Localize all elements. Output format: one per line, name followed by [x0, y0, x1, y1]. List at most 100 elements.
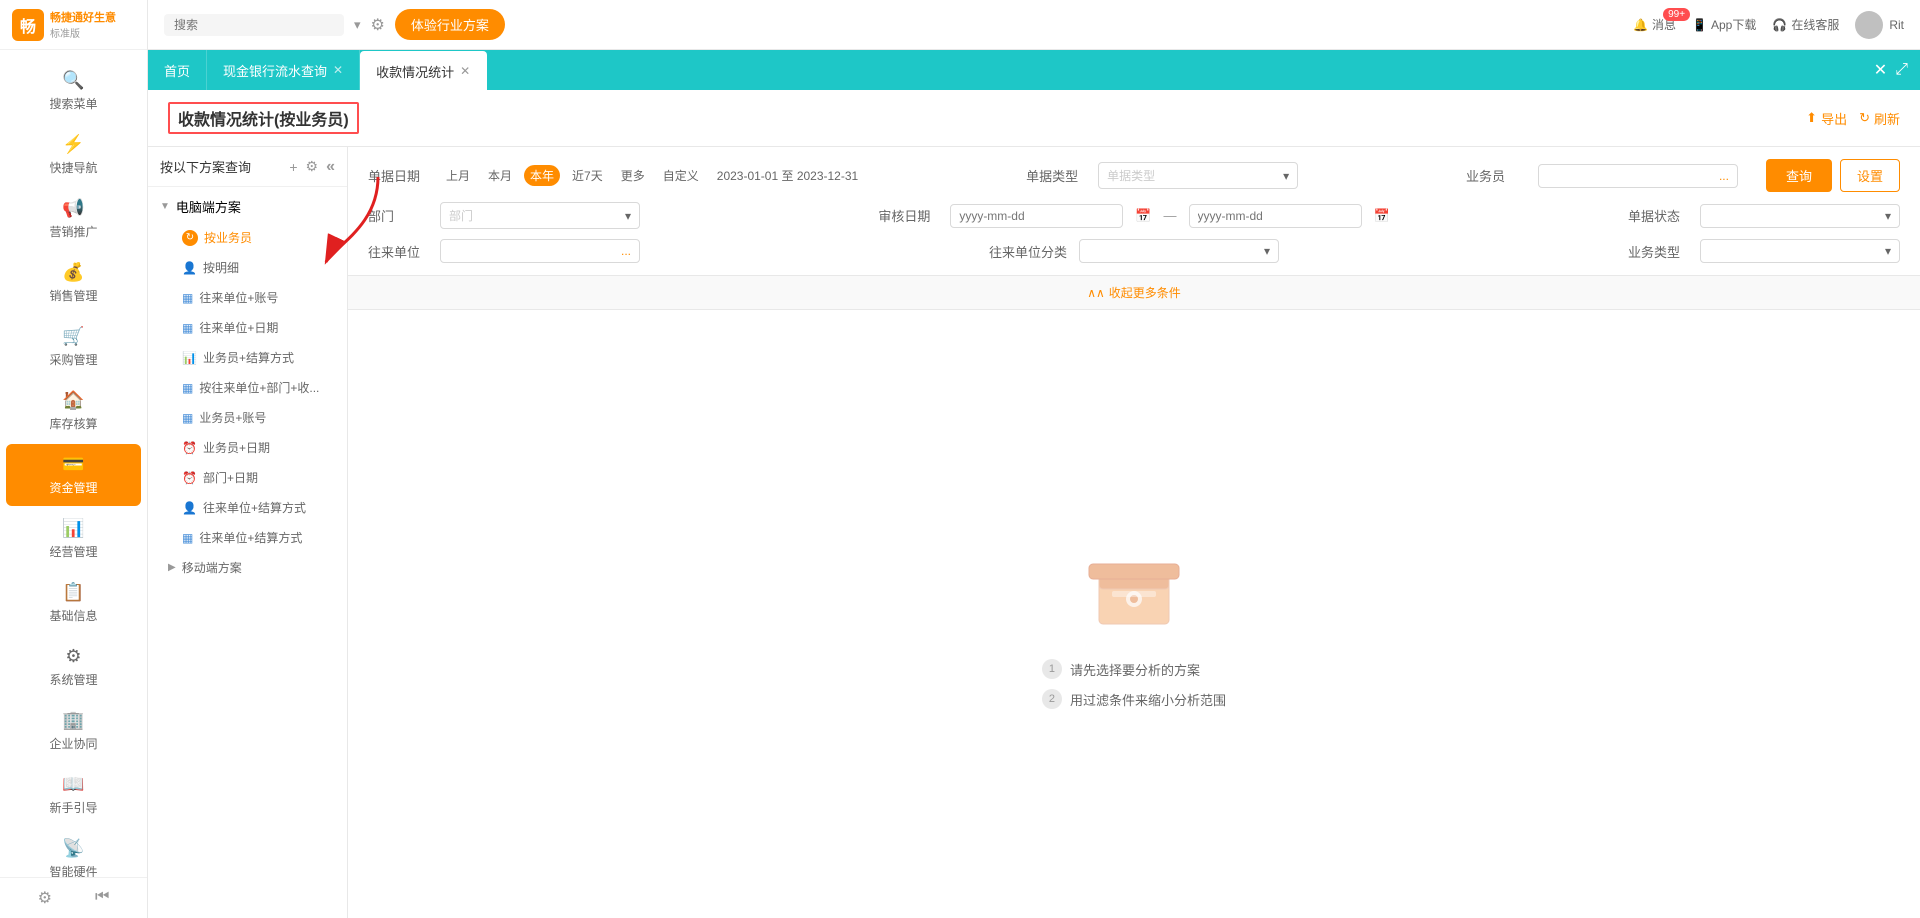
tab-home[interactable]: 首页: [148, 50, 207, 90]
desktop-group[interactable]: ▼ 电脑端方案: [148, 191, 347, 222]
left-panel-icons: + ⚙ «: [289, 158, 335, 176]
tab-receipt-stats[interactable]: 收款情况统计 ✕: [360, 51, 487, 91]
user-area: Rit: [1855, 11, 1904, 39]
topbar-settings-icon[interactable]: ⚙: [371, 15, 385, 35]
collapse-more-btn[interactable]: ∧∧ 收起更多条件: [1087, 284, 1181, 301]
salesperson-label: 业务员: [1466, 166, 1526, 185]
online-service-btn[interactable]: 🎧 在线客服: [1772, 16, 1839, 33]
sidebar-item-basic-info[interactable]: 📋 基础信息: [6, 572, 141, 634]
settings-btn[interactable]: 设置: [1840, 159, 1900, 192]
doc-status-select[interactable]: ▾: [1700, 204, 1900, 228]
scheme-item-salesperson[interactable]: ↻ 按业务员: [154, 223, 341, 252]
sidebar-item-guide[interactable]: 📖 新手引导: [6, 764, 141, 826]
audit-date-label: 审核日期: [878, 206, 938, 225]
scheme-settings-icon[interactable]: ⚙: [306, 158, 319, 175]
partner-more-icon[interactable]: ...: [621, 244, 631, 258]
partner-category-dropdown-icon: ▾: [1264, 244, 1270, 258]
step-num-2: 2: [1042, 689, 1062, 709]
partner-category-label: 往来单位分类: [989, 242, 1067, 261]
scheme-item-salesperson-account[interactable]: ▦ 业务员+账号: [154, 403, 341, 432]
trial-btn[interactable]: 体验行业方案: [395, 9, 505, 40]
logo-icon: 畅: [12, 9, 44, 41]
date-tab-last-month[interactable]: 上月: [440, 165, 476, 186]
marketing-icon: 📢: [62, 198, 84, 219]
audit-date-to[interactable]: [1189, 204, 1362, 228]
close-all-tabs-btn[interactable]: ✕: [1874, 60, 1887, 80]
tab-bank-flow[interactable]: 现金银行流水查询 ✕: [207, 50, 360, 90]
step-text-2: 用过滤条件来缩小分析范围: [1070, 690, 1226, 709]
biz-type-select[interactable]: ▾: [1700, 239, 1900, 263]
clock-icon-2: ⏰: [182, 471, 197, 485]
scheme-item-salesperson-date[interactable]: ⏰ 业务员+日期: [154, 433, 341, 462]
date-tab-this-month[interactable]: 本月: [482, 165, 518, 186]
collapse-bar: ∧∧ 收起更多条件: [348, 276, 1920, 310]
inventory-icon: 🏠: [62, 390, 84, 411]
scheme-active-icon: ↻: [182, 230, 198, 246]
sidebar-item-quicknav[interactable]: ⚡ 快捷导航: [6, 124, 141, 186]
sidebar-item-operations[interactable]: 📊 经营管理: [6, 508, 141, 570]
audit-date-calendar-to[interactable]: 📅: [1374, 208, 1390, 224]
dept-label: 部门: [368, 206, 428, 225]
refresh-btn[interactable]: ↻ 刷新: [1859, 109, 1900, 128]
mobile-group[interactable]: ▶ 移动端方案: [148, 553, 347, 582]
tabbar-actions: ✕ ⤢: [1874, 60, 1920, 80]
sidebar-item-enterprise[interactable]: 🏢 企业协同: [6, 700, 141, 762]
empty-step-2: 2 用过滤条件来缩小分析范围: [1042, 689, 1226, 709]
settings-bottom-icon[interactable]: ⚙: [38, 888, 52, 908]
date-tab-7days[interactable]: 近7天: [566, 165, 609, 186]
salesperson-select[interactable]: ...: [1538, 164, 1738, 188]
filter-area: 单据日期 上月 本月 本年 近7天 更多 自定义 2023-01-01 至 20…: [348, 147, 1920, 276]
filter-row-2: 部门 部门 ▾ 审核日期 📅 — 📅: [368, 202, 1900, 229]
expand-btn[interactable]: ⤢: [1895, 60, 1908, 80]
date-tab-custom[interactable]: 自定义: [657, 165, 705, 186]
sidebar-item-inventory[interactable]: 🏠 库存核算: [6, 380, 141, 442]
sidebar-item-finance[interactable]: 💳 资金管理: [6, 444, 141, 506]
scheme-label: 按往来单位+部门+收...: [199, 379, 319, 396]
message-btn[interactable]: 🔔 消息 99+: [1633, 16, 1676, 33]
collapse-sidebar-icon[interactable]: ⏮: [95, 888, 109, 908]
quick-nav-icon: ⚡: [62, 134, 84, 155]
topbar-dropdown-icon[interactable]: ▾: [354, 17, 361, 33]
scheme-item-partner-settle-2[interactable]: ▦ 往来单位+结算方式: [154, 523, 341, 552]
sidebar-item-marketing[interactable]: 📢 营销推广: [6, 188, 141, 250]
scheme-item-partner-date[interactable]: ▦ 往来单位+日期: [154, 313, 341, 342]
sidebar-item-sales[interactable]: 💰 销售管理: [6, 252, 141, 314]
scheme-item-detail[interactable]: 👤 按明细: [154, 253, 341, 282]
salesperson-more-icon[interactable]: ...: [1719, 169, 1729, 183]
action-btns: 查询 设置: [1766, 159, 1900, 192]
receipt-stats-tab-close[interactable]: ✕: [460, 64, 470, 78]
sidebar-item-system[interactable]: ⚙ 系统管理: [6, 636, 141, 698]
step-num-1: 1: [1042, 659, 1062, 679]
table-icon-5: ▦: [182, 531, 193, 545]
add-scheme-btn[interactable]: +: [289, 159, 297, 175]
bank-flow-tab-close[interactable]: ✕: [333, 63, 343, 77]
date-tab-this-year[interactable]: 本年: [524, 165, 560, 186]
doc-type-select[interactable]: 单据类型 ▾: [1098, 162, 1298, 189]
bell-icon: 🔔: [1633, 18, 1648, 32]
sidebar-item-search[interactable]: 🔍 搜索菜单: [6, 60, 141, 122]
partner-select[interactable]: ...: [440, 239, 640, 263]
scheme-item-salesperson-settle[interactable]: 📊 业务员+结算方式: [154, 343, 341, 372]
table-icon-2: ▦: [182, 321, 193, 335]
collapse-panel-icon[interactable]: «: [326, 158, 335, 176]
audit-date-from[interactable]: [950, 204, 1123, 228]
export-btn[interactable]: ⬆ 导出: [1806, 109, 1847, 128]
topbar-search-input[interactable]: [164, 14, 344, 36]
audit-date-calendar-from[interactable]: 📅: [1135, 208, 1151, 224]
scheme-item-partner-account[interactable]: ▦ 往来单位+账号: [154, 283, 341, 312]
app-download-btn[interactable]: 📱 App下载: [1692, 16, 1756, 33]
table-icon-1: ▦: [182, 291, 193, 305]
sidebar-item-smart-hw[interactable]: 📡 智能硬件: [6, 828, 141, 877]
scheme-item-partner-settle-1[interactable]: 👤 往来单位+结算方式: [154, 493, 341, 522]
scheme-item-partner-dept[interactable]: ▦ 按往来单位+部门+收...: [154, 373, 341, 402]
scheme-item-dept-date[interactable]: ⏰ 部门+日期: [154, 463, 341, 492]
date-tab-group: 上月 本月 本年 近7天 更多 自定义: [440, 165, 705, 186]
dept-select[interactable]: 部门 ▾: [440, 202, 640, 229]
date-tab-more[interactable]: 更多: [615, 165, 651, 186]
partner-category-select[interactable]: ▾: [1079, 239, 1279, 263]
query-btn[interactable]: 查询: [1766, 159, 1832, 192]
left-panel: 按以下方案查询 + ⚙ « ▼ 电脑端方案: [148, 147, 348, 918]
filter-row-1: 单据日期 上月 本月 本年 近7天 更多 自定义 2023-01-01 至 20…: [368, 159, 1900, 192]
sidebar-item-purchase[interactable]: 🛒 采购管理: [6, 316, 141, 378]
scheme-label: 往来单位+账号: [199, 289, 278, 306]
